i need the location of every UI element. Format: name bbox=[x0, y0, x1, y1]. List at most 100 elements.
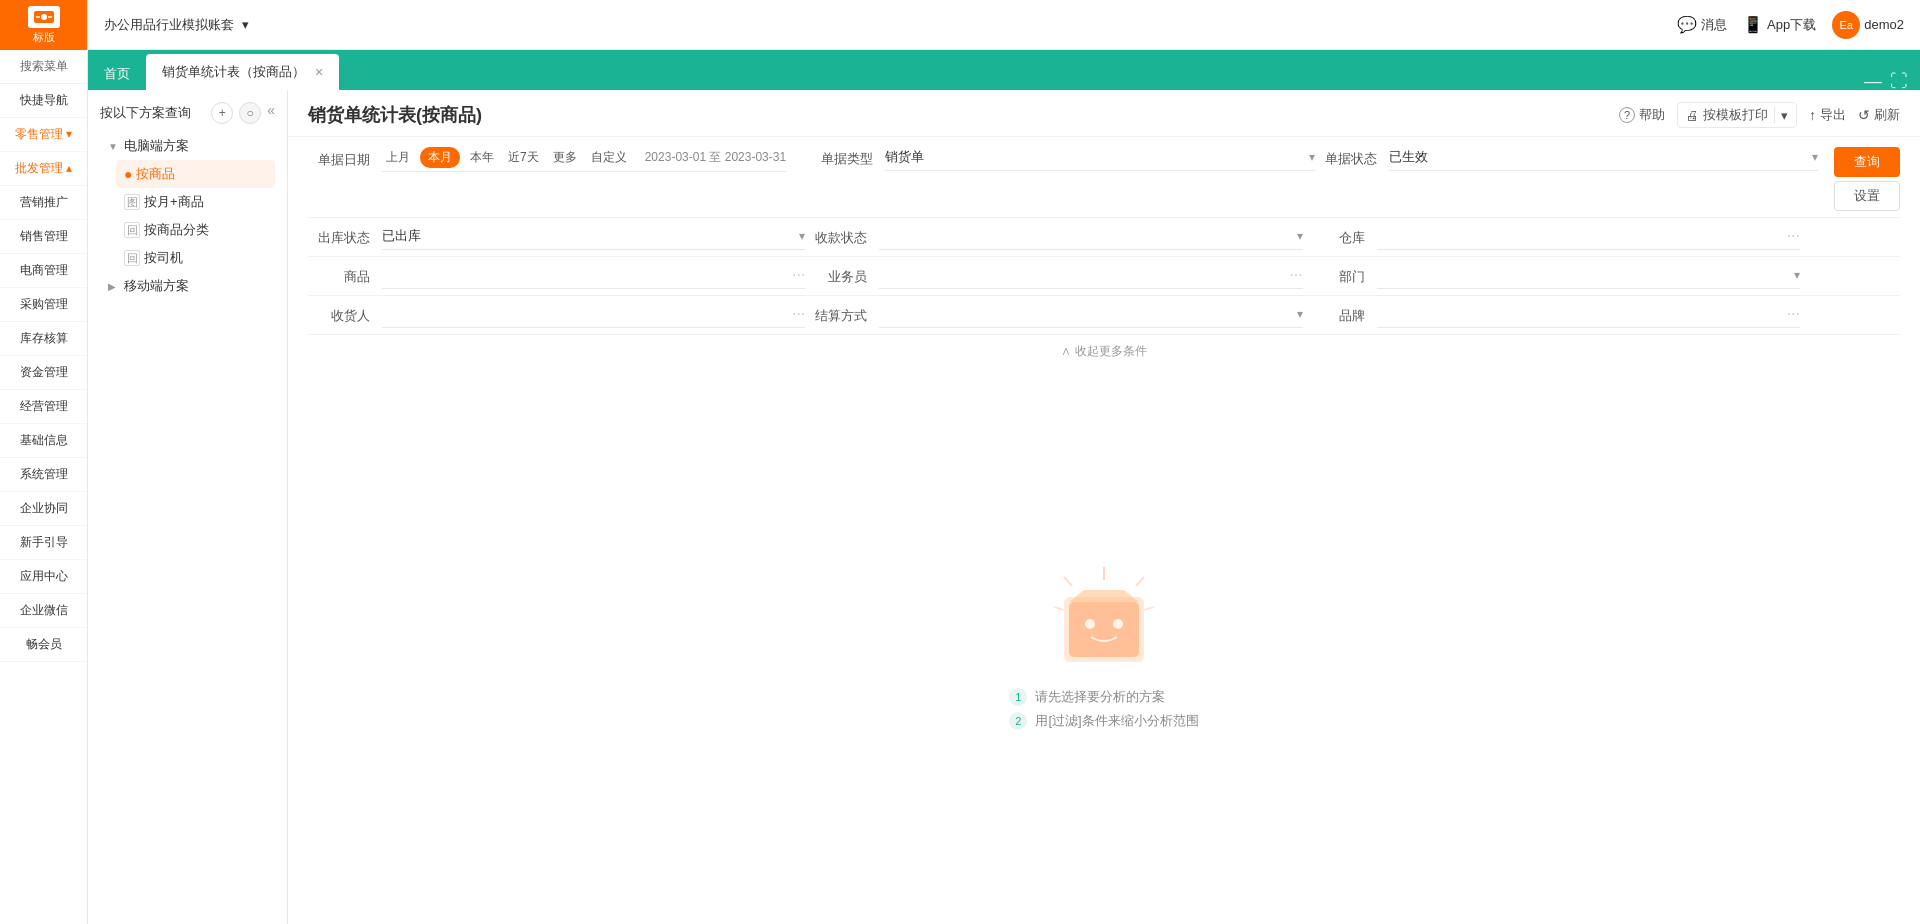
app-download-icon: 📱 bbox=[1743, 15, 1763, 34]
mobile-group-expand-icon: ▶ bbox=[108, 281, 120, 292]
sidebar-search-item[interactable]: 搜索菜单 bbox=[0, 50, 87, 84]
edit-scheme-button[interactable]: ○ bbox=[239, 102, 261, 124]
sidebar-inventory-label: 库存核算 bbox=[20, 331, 68, 345]
sidebar-item-purchase[interactable]: 采购管理 bbox=[0, 288, 87, 322]
sidebar-item-guide[interactable]: 新手引导 bbox=[0, 526, 87, 560]
sidebar-item-basics[interactable]: 基础信息 bbox=[0, 424, 87, 458]
warehouse-dots[interactable]: ··· bbox=[1787, 227, 1800, 245]
sidebar-item-sales[interactable]: 销售管理 bbox=[0, 220, 87, 254]
svg-point-1 bbox=[41, 14, 47, 20]
scheme-by-category[interactable]: 回 按商品分类 bbox=[116, 216, 275, 244]
warehouse-label: 仓库 bbox=[1303, 229, 1373, 247]
empty-hints: 1 请先选择要分析的方案 2 用[过滤]条件来缩小分析范围 bbox=[1009, 688, 1198, 730]
date-tab-custom[interactable]: 自定义 bbox=[587, 147, 631, 168]
sidebar-item-wholesale[interactable]: 批发管理 ▴ bbox=[0, 152, 87, 186]
date-tab-this-month[interactable]: 本月 bbox=[420, 147, 460, 168]
sidebar-item-ecommerce[interactable]: 电商管理 bbox=[0, 254, 87, 288]
scheme-by-product[interactable]: ● 按商品 bbox=[116, 160, 275, 188]
scheme-product-label: 按商品 bbox=[136, 165, 175, 183]
workspace-info: 办公用品行业模拟账套 ▾ bbox=[104, 16, 249, 34]
avatar: Ea bbox=[1832, 11, 1860, 39]
sidebar-member-label: 畅会员 bbox=[26, 637, 62, 651]
sidebar-item-wechat[interactable]: 企业微信 bbox=[0, 594, 87, 628]
collapse-panel-button[interactable]: « bbox=[267, 102, 275, 124]
scheme-by-month-product[interactable]: 图 按月+商品 bbox=[116, 188, 275, 216]
pc-group-header[interactable]: ▼ 电脑端方案 bbox=[100, 132, 275, 160]
svg-line-10 bbox=[1054, 607, 1064, 610]
refresh-button[interactable]: ↺ 刷新 bbox=[1858, 106, 1900, 124]
tab-close-icon[interactable]: × bbox=[315, 64, 323, 80]
sidebar-ecommerce-label: 电商管理 bbox=[20, 263, 68, 277]
sidebar-item-inventory[interactable]: 库存核算 bbox=[0, 322, 87, 356]
product-dots[interactable]: ··· bbox=[792, 266, 805, 284]
empty-rays-svg bbox=[1034, 562, 1174, 672]
svg-line-8 bbox=[1064, 577, 1072, 586]
sidebar-item-app-center[interactable]: 应用中心 bbox=[0, 560, 87, 594]
tab-home[interactable]: 首页 bbox=[88, 58, 146, 90]
message-label: 消息 bbox=[1701, 16, 1727, 34]
mobile-group-header[interactable]: ▶ 移动端方案 bbox=[100, 272, 275, 300]
export-button[interactable]: ↑ 导出 bbox=[1809, 106, 1846, 124]
query-button[interactable]: 查询 bbox=[1834, 147, 1900, 177]
help-button[interactable]: ? 帮助 bbox=[1619, 106, 1665, 124]
tab-home-label: 首页 bbox=[104, 65, 130, 83]
date-tab-7days[interactable]: 近7天 bbox=[504, 147, 543, 168]
doc-status-chevron[interactable]: ▾ bbox=[1812, 150, 1818, 164]
print-button[interactable]: 🖨 按模板打印 ▾ bbox=[1677, 102, 1797, 128]
scheme-product-active-icon: ● bbox=[124, 166, 132, 182]
pc-group-expand-icon: ▼ bbox=[108, 141, 120, 152]
message-button[interactable]: 💬 消息 bbox=[1677, 15, 1727, 34]
left-panel-header: 按以下方案查询 + ○ « bbox=[88, 102, 287, 132]
tab-sales-stat[interactable]: 销货单统计表（按商品） × bbox=[146, 54, 339, 90]
department-chevron[interactable]: ▾ bbox=[1794, 268, 1800, 282]
sidebar-wechat-label: 企业微信 bbox=[20, 603, 68, 617]
department-label: 部门 bbox=[1303, 268, 1373, 286]
sidebar-item-member[interactable]: 畅会员 bbox=[0, 628, 87, 662]
refresh-icon: ↺ bbox=[1858, 107, 1870, 123]
settings-button[interactable]: 设置 bbox=[1834, 181, 1900, 211]
brand-dots[interactable]: ··· bbox=[1787, 305, 1800, 323]
sidebar-item-enterprise[interactable]: 企业协同 bbox=[0, 492, 87, 526]
sidebar-item-management[interactable]: 经营管理 bbox=[0, 390, 87, 424]
sidebar-item-system[interactable]: 系统管理 bbox=[0, 458, 87, 492]
sidebar-guide-label: 新手引导 bbox=[20, 535, 68, 549]
sidebar-item-retail[interactable]: 零售管理 ▾ bbox=[0, 118, 87, 152]
collapse-more-button[interactable]: ∧ 收起更多条件 bbox=[308, 335, 1900, 368]
tab-maximize-icon[interactable]: ⛶ bbox=[1890, 72, 1908, 90]
doc-status-value: 已生效 bbox=[1389, 148, 1428, 166]
sidebar-item-marketing[interactable]: 营销推广 bbox=[0, 186, 87, 220]
filter-section: 单据日期 上月 本月 本年 近7天 更多 自定义 2023-03-01 至 20… bbox=[288, 137, 1920, 368]
empty-hint-1: 1 请先选择要分析的方案 bbox=[1009, 688, 1198, 706]
scheme-by-driver[interactable]: 回 按司机 bbox=[116, 244, 275, 272]
tab-minimize-icon[interactable]: — bbox=[1864, 72, 1882, 90]
sidebar-item-quick-nav[interactable]: 快捷导航 bbox=[0, 84, 87, 118]
user-profile[interactable]: Ea demo2 bbox=[1832, 11, 1904, 39]
empty-illustration bbox=[1034, 562, 1174, 672]
hint-num-2: 2 bbox=[1009, 712, 1027, 730]
app-download-button[interactable]: 📱 App下载 bbox=[1743, 15, 1816, 34]
collection-status-label: 收款状态 bbox=[805, 229, 875, 247]
doc-type-value: 销货单 bbox=[885, 148, 924, 166]
pc-group-label: 电脑端方案 bbox=[124, 137, 189, 155]
date-tab-more[interactable]: 更多 bbox=[549, 147, 581, 168]
workspace-dropdown-arrow[interactable]: ▾ bbox=[242, 17, 249, 32]
logo-icon bbox=[28, 6, 60, 28]
help-label: 帮助 bbox=[1639, 106, 1665, 124]
add-icon: + bbox=[219, 106, 226, 120]
salesman-dots[interactable]: ··· bbox=[1289, 266, 1302, 284]
sidebar-item-finance[interactable]: 资金管理 bbox=[0, 356, 87, 390]
date-range-display: 2023-03-01 至 2023-03-31 bbox=[645, 149, 786, 166]
receiver-dots[interactable]: ··· bbox=[792, 305, 805, 323]
date-tab-last-month[interactable]: 上月 bbox=[382, 147, 414, 168]
sidebar-retail-label: 零售管理 bbox=[15, 127, 63, 141]
date-tab-this-year[interactable]: 本年 bbox=[466, 147, 498, 168]
header-actions: 💬 消息 📱 App下载 Ea demo2 bbox=[1677, 11, 1904, 39]
app-download-label: App下载 bbox=[1767, 16, 1816, 34]
sidebar-enterprise-label: 企业协同 bbox=[20, 501, 68, 515]
out-status-value: 已出库 bbox=[382, 227, 421, 245]
sidebar-finance-label: 资金管理 bbox=[20, 365, 68, 379]
main-area: 办公用品行业模拟账套 ▾ 💬 消息 📱 App下载 Ea demo2 首页 bbox=[88, 0, 1920, 924]
add-scheme-button[interactable]: + bbox=[211, 102, 233, 124]
brand-label: 品牌 bbox=[1303, 307, 1373, 325]
sidebar-purchase-label: 采购管理 bbox=[20, 297, 68, 311]
